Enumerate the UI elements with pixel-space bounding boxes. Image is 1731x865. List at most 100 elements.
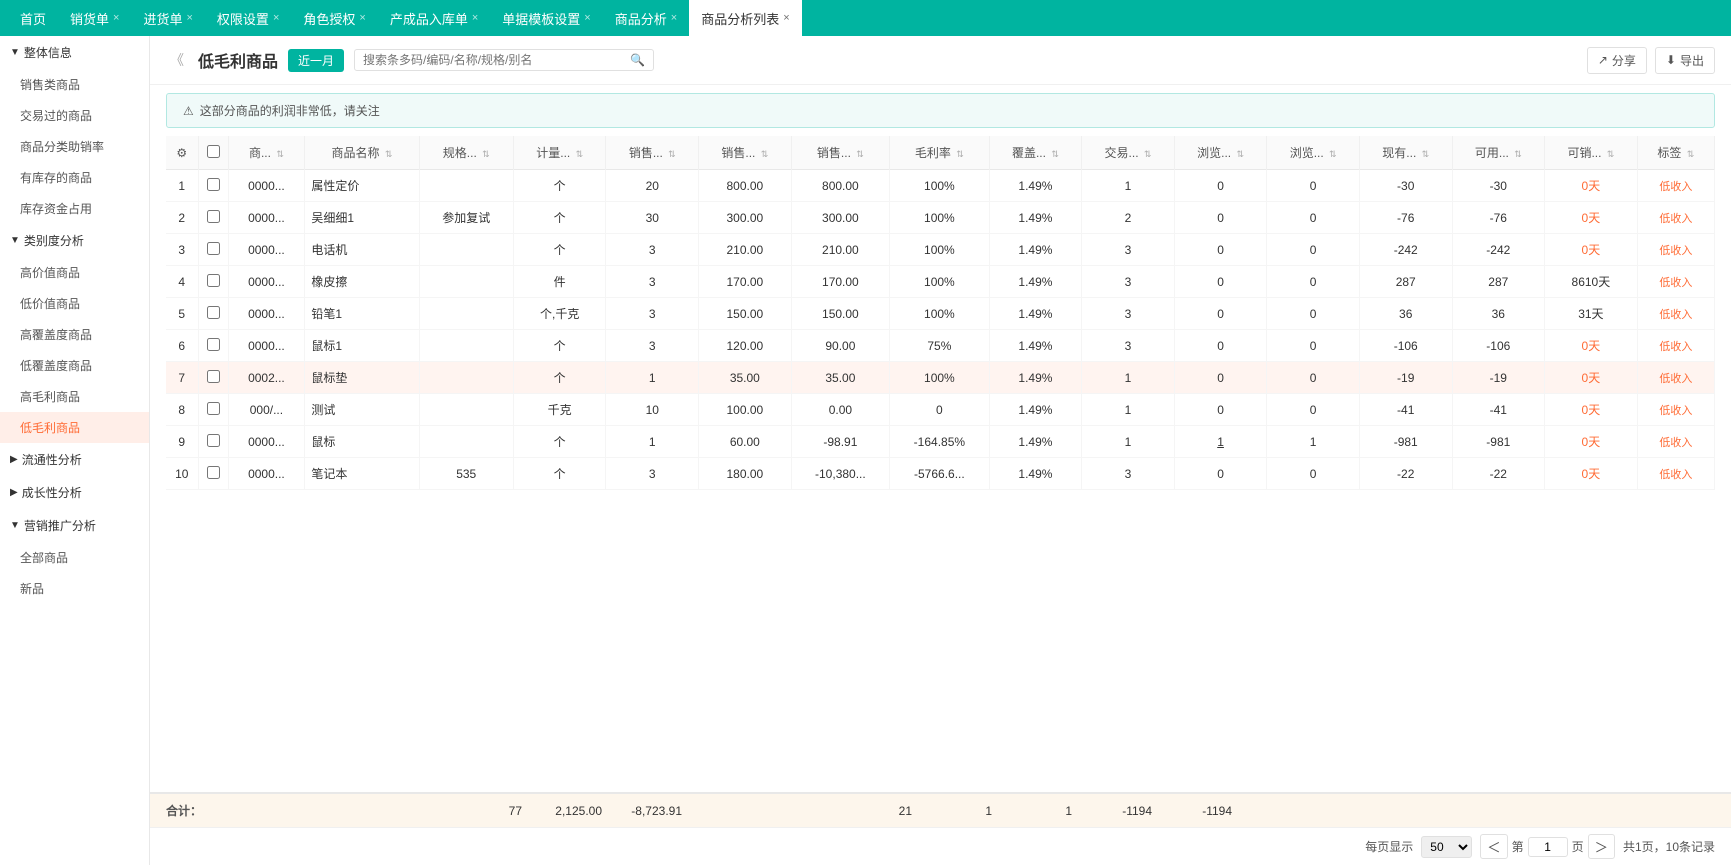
nav-sales[interactable]: 销货单 × bbox=[58, 0, 131, 36]
close-template-icon[interactable]: × bbox=[584, 12, 590, 24]
col-spec[interactable]: 规格... ⇅ bbox=[419, 136, 513, 170]
nav-home[interactable]: 首页 bbox=[8, 0, 58, 36]
cell-code: 0000... bbox=[228, 170, 305, 202]
row-checkbox[interactable] bbox=[207, 242, 220, 255]
cell-name: 鼠标1 bbox=[305, 330, 419, 362]
cell-checkbox[interactable] bbox=[198, 170, 228, 202]
cell-checkbox[interactable] bbox=[198, 234, 228, 266]
sidebar-item-in-stock[interactable]: 有库存的商品 bbox=[0, 162, 149, 193]
nav-role[interactable]: 角色授权 × bbox=[291, 0, 377, 36]
per-page-select[interactable]: 50 20 100 bbox=[1421, 836, 1472, 858]
row-checkbox[interactable] bbox=[207, 434, 220, 447]
cell-unit: 个 bbox=[513, 458, 606, 490]
export-button[interactable]: ⬇ 导出 bbox=[1655, 47, 1715, 74]
cell-sales-price: 100.00 bbox=[699, 394, 792, 426]
nav-template[interactable]: 单据模板设置 × bbox=[490, 0, 602, 36]
sidebar-item-traded-products[interactable]: 交易过的商品 bbox=[0, 100, 149, 131]
col-current[interactable]: 现有... ⇅ bbox=[1359, 136, 1452, 170]
close-sales-icon[interactable]: × bbox=[113, 12, 119, 24]
filter-button[interactable]: 近一月 bbox=[288, 49, 344, 72]
nav-stock-in[interactable]: 产成品入库单 × bbox=[378, 0, 490, 36]
next-page-button[interactable]: ＞ bbox=[1588, 834, 1615, 859]
cell-checkbox[interactable] bbox=[198, 298, 228, 330]
col-views2[interactable]: 浏览... ⇅ bbox=[1267, 136, 1360, 170]
nav-purchase[interactable]: 进货单 × bbox=[131, 0, 204, 36]
col-settings[interactable]: ⚙ bbox=[166, 136, 198, 170]
cell-available: -242 bbox=[1452, 234, 1545, 266]
close-permission-icon[interactable]: × bbox=[273, 12, 279, 24]
cell-unit: 个 bbox=[513, 202, 606, 234]
close-stock-icon[interactable]: × bbox=[472, 12, 478, 24]
col-name[interactable]: 商品名称 ⇅ bbox=[305, 136, 419, 170]
sidebar-group-overview[interactable]: ▼ 整体信息 bbox=[0, 36, 149, 69]
prev-page-button[interactable]: ＜ bbox=[1480, 834, 1507, 859]
nav-permission[interactable]: 权限设置 × bbox=[205, 0, 291, 36]
col-views1[interactable]: 浏览... ⇅ bbox=[1174, 136, 1267, 170]
collapse-sidebar-button[interactable]: 《 bbox=[166, 46, 188, 74]
row-checkbox[interactable] bbox=[207, 178, 220, 191]
sidebar-item-all-products[interactable]: 全部商品 bbox=[0, 542, 149, 573]
col-transaction[interactable]: 交易... ⇅ bbox=[1082, 136, 1175, 170]
col-tag[interactable]: 标签 ⇅ bbox=[1637, 136, 1714, 170]
sidebar-item-sales-products[interactable]: 销售类商品 bbox=[0, 69, 149, 100]
sidebar-group-liquidity[interactable]: ▶ 流通性分析 bbox=[0, 443, 149, 476]
cell-checkbox[interactable] bbox=[198, 202, 228, 234]
cell-tag: 低收入 bbox=[1637, 298, 1714, 330]
row-checkbox[interactable] bbox=[207, 210, 220, 223]
nav-product-analysis[interactable]: 商品分析 × bbox=[603, 0, 689, 36]
close-analysis-icon[interactable]: × bbox=[671, 12, 677, 24]
sidebar-group-growth[interactable]: ▶ 成长性分析 bbox=[0, 476, 149, 509]
cell-coverage: 1.49% bbox=[989, 458, 1082, 490]
col-code[interactable]: 商... ⇅ bbox=[228, 136, 305, 170]
search-input[interactable] bbox=[363, 53, 630, 67]
search-icon[interactable]: 🔍 bbox=[630, 53, 645, 67]
sidebar-item-low-coverage[interactable]: 低覆盖度商品 bbox=[0, 350, 149, 381]
col-sales-qty[interactable]: 销售... ⇅ bbox=[606, 136, 699, 170]
share-button[interactable]: ↗ 分享 bbox=[1587, 47, 1647, 74]
cell-checkbox[interactable] bbox=[198, 394, 228, 426]
col-margin[interactable]: 毛利率 ⇅ bbox=[890, 136, 990, 170]
row-checkbox[interactable] bbox=[207, 466, 220, 479]
row-checkbox[interactable] bbox=[207, 402, 220, 415]
sidebar-group-category[interactable]: ▼ 类别度分析 bbox=[0, 224, 149, 257]
sidebar-item-capital-usage[interactable]: 库存资金占用 bbox=[0, 193, 149, 224]
header-actions: ↗ 分享 ⬇ 导出 bbox=[1587, 47, 1715, 74]
cell-views1[interactable]: 1 bbox=[1174, 426, 1267, 458]
cell-checkbox[interactable] bbox=[198, 266, 228, 298]
cell-coverage: 1.49% bbox=[989, 298, 1082, 330]
cell-name: 橡皮擦 bbox=[305, 266, 419, 298]
sidebar-item-high-value[interactable]: 高价值商品 bbox=[0, 257, 149, 288]
cell-saleable: 31天 bbox=[1545, 298, 1638, 330]
col-unit[interactable]: 计量... ⇅ bbox=[513, 136, 606, 170]
sidebar-group-marketing[interactable]: ▼ 营销推广分析 bbox=[0, 509, 149, 542]
sidebar-item-low-value[interactable]: 低价值商品 bbox=[0, 288, 149, 319]
footer-views2: 1 bbox=[1012, 804, 1072, 818]
nav-product-list[interactable]: 商品分析列表 × bbox=[689, 0, 801, 36]
sidebar-item-high-margin[interactable]: 高毛利商品 bbox=[0, 381, 149, 412]
close-role-icon[interactable]: × bbox=[359, 12, 365, 24]
sidebar-item-high-coverage[interactable]: 高覆盖度商品 bbox=[0, 319, 149, 350]
close-purchase-icon[interactable]: × bbox=[186, 12, 192, 24]
col-sales-profit[interactable]: 销售... ⇅ bbox=[791, 136, 889, 170]
col-coverage[interactable]: 覆盖... ⇅ bbox=[989, 136, 1082, 170]
select-all-checkbox[interactable] bbox=[207, 145, 220, 158]
row-checkbox[interactable] bbox=[207, 274, 220, 287]
col-saleable[interactable]: 可销... ⇅ bbox=[1545, 136, 1638, 170]
col-sales-price[interactable]: 销售... ⇅ bbox=[699, 136, 792, 170]
row-checkbox[interactable] bbox=[207, 370, 220, 383]
row-checkbox[interactable] bbox=[207, 338, 220, 351]
page-navigation: ＜ 第 页 ＞ bbox=[1480, 834, 1615, 859]
cell-checkbox[interactable] bbox=[198, 426, 228, 458]
row-checkbox[interactable] bbox=[207, 306, 220, 319]
page-number-input[interactable] bbox=[1528, 837, 1568, 857]
sidebar-item-low-margin[interactable]: 低毛利商品 bbox=[0, 412, 149, 443]
close-list-icon[interactable]: × bbox=[783, 12, 789, 24]
settings-icon[interactable]: ⚙ bbox=[176, 146, 187, 160]
cell-checkbox[interactable] bbox=[198, 362, 228, 394]
sidebar-item-category-rate[interactable]: 商品分类助销率 bbox=[0, 131, 149, 162]
sidebar-item-new-products[interactable]: 新品 bbox=[0, 573, 149, 604]
cell-checkbox[interactable] bbox=[198, 458, 228, 490]
cell-checkbox[interactable] bbox=[198, 330, 228, 362]
col-available[interactable]: 可用... ⇅ bbox=[1452, 136, 1545, 170]
page-label: 第 bbox=[1512, 838, 1524, 855]
